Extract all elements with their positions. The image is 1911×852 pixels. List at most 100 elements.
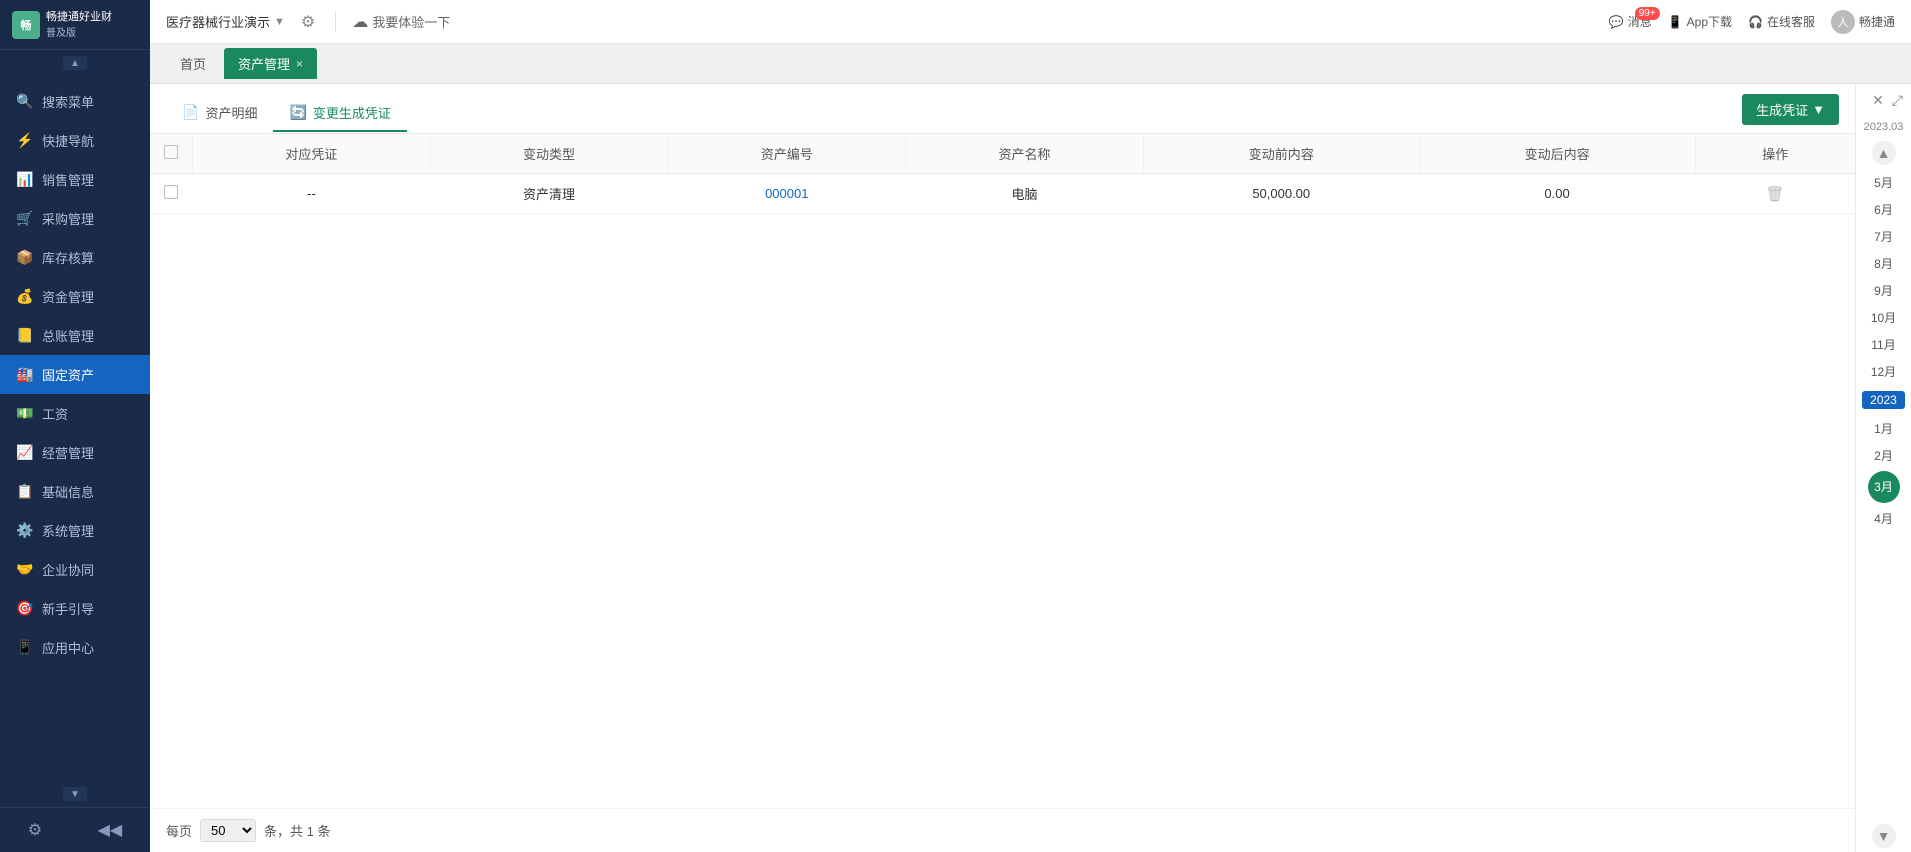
per-page-select[interactable]: 10 20 50 100	[200, 819, 256, 842]
cell-asset-name: 电脑	[906, 174, 1144, 214]
sidebar-item-operations[interactable]: 📈 经营管理	[0, 433, 150, 472]
sidebar-item-enterprise[interactable]: 🤝 企业协同	[0, 550, 150, 589]
generate-dropdown-icon: ▼	[1812, 102, 1825, 117]
year-label: 2023.03	[1864, 117, 1904, 137]
experience-icon: ☁	[352, 12, 368, 32]
month-1[interactable]: 1月	[1856, 415, 1911, 442]
appstore-icon: 📱	[16, 639, 34, 656]
month-scroll-up[interactable]: ▲	[1872, 141, 1896, 165]
sidebar-item-purchase[interactable]: 🛒 采购管理	[0, 199, 150, 238]
sidebar-item-label: 总账管理	[42, 326, 94, 345]
sidebar-item-label: 固定资产	[42, 365, 94, 384]
month-scroll-down[interactable]: ▼	[1872, 824, 1896, 848]
service-label: 在线客服	[1767, 13, 1815, 30]
col-asset-code: 资产编号	[668, 134, 906, 174]
row-checkbox[interactable]	[164, 185, 178, 199]
panel-close-button[interactable]: ✕	[1870, 90, 1886, 111]
sidebar-item-payroll[interactable]: 💵 工资	[0, 394, 150, 433]
cell-after: 0.00	[1419, 174, 1695, 214]
company-selector[interactable]: 医疗器械行业演示 ▼	[166, 12, 285, 31]
topbar-divider	[335, 12, 336, 32]
sidebar-item-label: 应用中心	[42, 638, 94, 657]
main-area: 医疗器械行业演示 ▼ ⚙ ☁ 我要体验一下 💬 消息 99+ 📱 App下载 🎧…	[150, 0, 1911, 852]
asset-list-icon: 📄	[182, 104, 199, 121]
sidebar-item-inventory[interactable]: 📦 库存核算	[0, 238, 150, 277]
funds-icon: 💰	[16, 288, 34, 305]
user-menu[interactable]: 人 畅捷通	[1831, 10, 1895, 34]
sidebar-logo: 畅 畅捷通好业财 普及版	[0, 0, 150, 50]
basicinfo-icon: 📋	[16, 483, 34, 500]
subtabs: 📄 资产明细 🔄 变更生成凭证 生成凭证 ▼	[150, 84, 1855, 134]
tab-asset-management[interactable]: 资产管理 ×	[224, 48, 317, 79]
tab-home[interactable]: 首页	[166, 48, 220, 79]
logo-sub: 普及版	[46, 24, 112, 39]
app-icon: 📱	[1668, 15, 1683, 29]
month-8[interactable]: 8月	[1856, 250, 1911, 277]
enterprise-icon: 🤝	[16, 561, 34, 578]
operations-icon: 📈	[16, 444, 34, 461]
cell-action: 🗑	[1695, 174, 1855, 214]
app-label: App下载	[1687, 13, 1732, 30]
col-voucher: 对应凭证	[193, 134, 431, 174]
per-page-label: 每页	[166, 821, 192, 840]
sidebar-item-funds[interactable]: 💰 资金管理	[0, 277, 150, 316]
subtab-change-voucher-label: 变更生成凭证	[313, 103, 391, 122]
year-2023-badge[interactable]: 2023	[1862, 391, 1905, 409]
delete-button[interactable]: 🗑	[1765, 186, 1784, 203]
sidebar-item-label: 经营管理	[42, 443, 94, 462]
sidebar-item-search[interactable]: 🔍 搜索菜单	[0, 82, 150, 121]
subtab-change-voucher[interactable]: 🔄 变更生成凭证	[273, 95, 406, 132]
col-change-type: 变动类型	[430, 134, 668, 174]
sidebar-item-sales[interactable]: 📊 销售管理	[0, 160, 150, 199]
subtab-asset-list[interactable]: 📄 资产明细	[166, 95, 273, 132]
message-button[interactable]: 💬 消息 99+	[1609, 13, 1652, 30]
sidebar-item-system[interactable]: ⚙️ 系统管理	[0, 511, 150, 550]
right-panel-header: ✕ ⤢	[1856, 84, 1911, 117]
select-all-checkbox[interactable]	[164, 145, 178, 159]
topbar-right: 💬 消息 99+ 📱 App下载 🎧 在线客服 人 畅捷通	[1609, 10, 1895, 34]
month-7[interactable]: 7月	[1856, 223, 1911, 250]
tab-close-button[interactable]: ×	[296, 57, 303, 71]
change-voucher-icon: 🔄	[289, 104, 306, 121]
cell-change-type: 资产清理	[430, 174, 668, 214]
month-9[interactable]: 9月	[1856, 277, 1911, 304]
settings-button[interactable]: ⚙	[20, 816, 50, 844]
sidebar-item-label: 快捷导航	[42, 131, 94, 150]
quicknav-icon: ⚡	[16, 132, 34, 149]
month-10[interactable]: 10月	[1856, 304, 1911, 331]
collapse-button[interactable]: ◀◀	[90, 816, 131, 844]
sidebar-item-label: 企业协同	[42, 560, 94, 579]
month-2[interactable]: 2月	[1856, 442, 1911, 469]
sidebar: 畅 畅捷通好业财 普及版 ▲ 🔍 搜索菜单 ⚡ 快捷导航 📊 销售管理 🛒 采购…	[0, 0, 150, 852]
panel-expand-button[interactable]: ⤢	[1890, 90, 1905, 111]
sidebar-item-label: 采购管理	[42, 209, 94, 228]
generate-voucher-button[interactable]: 生成凭证 ▼	[1742, 94, 1839, 125]
month-4[interactable]: 4月	[1856, 505, 1911, 532]
month-12[interactable]: 12月	[1856, 358, 1911, 385]
sidebar-scroll-down[interactable]: ▼	[63, 787, 87, 801]
subtab-asset-list-label: 资产明细	[205, 103, 257, 122]
cell-asset-code: 000001	[668, 174, 906, 214]
avatar: 人	[1831, 10, 1855, 34]
sidebar-item-basicinfo[interactable]: 📋 基础信息	[0, 472, 150, 511]
month-11[interactable]: 11月	[1856, 331, 1911, 358]
content-area: 📄 资产明细 🔄 变更生成凭证 生成凭证 ▼	[150, 84, 1855, 852]
sidebar-item-ledger[interactable]: 📒 总账管理	[0, 316, 150, 355]
gear-button[interactable]: ⚙	[297, 8, 319, 36]
sidebar-item-assets[interactable]: 🏭 固定资产	[0, 355, 150, 394]
sidebar-scroll-up[interactable]: ▲	[63, 56, 87, 70]
sidebar-item-label: 销售管理	[42, 170, 94, 189]
logo-text: 畅捷通好业财	[46, 10, 112, 24]
app-download-button[interactable]: 📱 App下载	[1668, 13, 1732, 30]
month-list: 5月 6月 7月 8月 9月 10月 11月 12月 2023 1月 2月 3月…	[1856, 169, 1911, 820]
month-3[interactable]: 3月	[1868, 471, 1900, 503]
sidebar-item-guide[interactable]: 🎯 新手引导	[0, 589, 150, 628]
experience-button[interactable]: ☁ 我要体验一下	[352, 12, 450, 32]
service-button[interactable]: 🎧 在线客服	[1748, 13, 1815, 30]
col-after: 变动后内容	[1419, 134, 1695, 174]
month-5[interactable]: 5月	[1856, 169, 1911, 196]
sidebar-item-appstore[interactable]: 📱 应用中心	[0, 628, 150, 667]
sidebar-item-quicknav[interactable]: ⚡ 快捷导航	[0, 121, 150, 160]
month-6[interactable]: 6月	[1856, 196, 1911, 223]
right-panel: ✕ ⤢ 2023.03 ▲ 5月 6月 7月 8月 9月 10月 11月 12月…	[1855, 84, 1911, 852]
